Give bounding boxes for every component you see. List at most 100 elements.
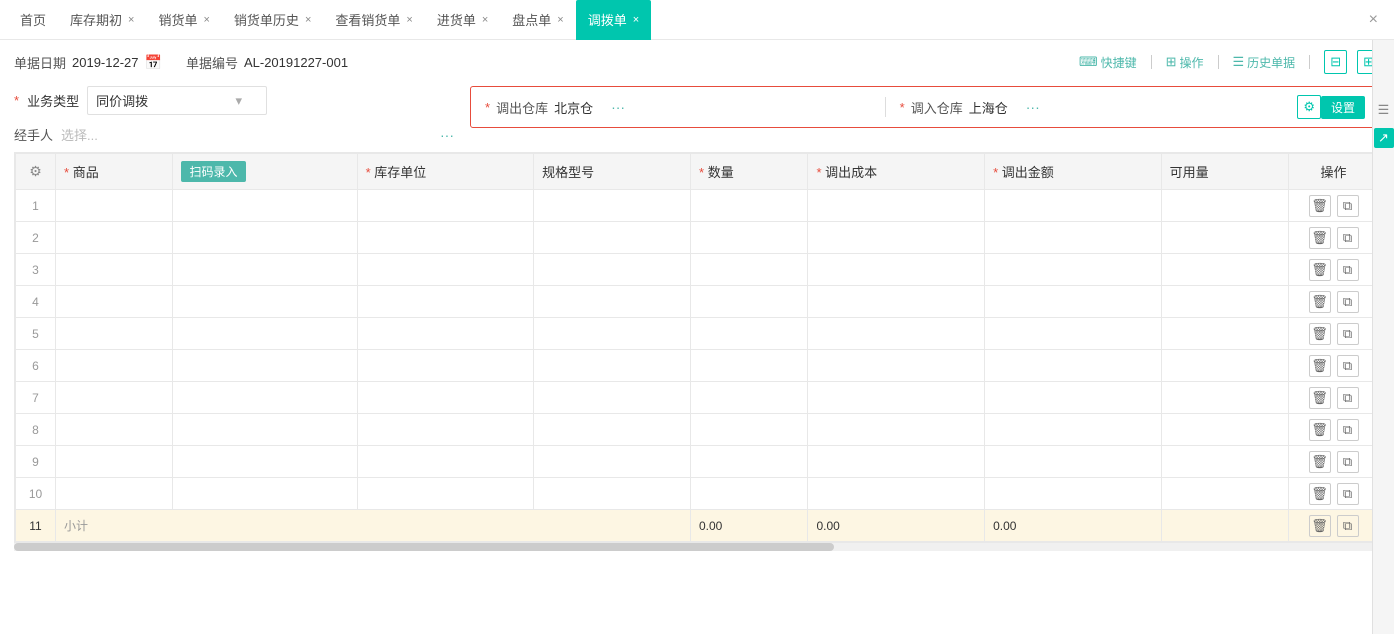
biz-type-select[interactable]: 同价调拨 ▾ xyxy=(87,86,267,115)
cell-product[interactable] xyxy=(56,318,173,350)
cell-cost[interactable] xyxy=(808,350,985,382)
cell-product[interactable] xyxy=(56,222,173,254)
cell-qty[interactable] xyxy=(691,254,808,286)
delete-row-btn[interactable]: 🗑 xyxy=(1309,483,1331,505)
cell-product[interactable] xyxy=(56,414,173,446)
handler-input[interactable]: 选择... xyxy=(61,125,98,144)
cell-cost[interactable] xyxy=(808,254,985,286)
copy-row-btn[interactable]: ⧉ xyxy=(1337,483,1359,505)
copy-row-btn[interactable]: ⧉ xyxy=(1337,291,1359,313)
tab-close-sales-history[interactable]: × xyxy=(305,14,311,26)
cell-amount[interactable] xyxy=(985,286,1162,318)
copy-row-btn[interactable]: ⧉ xyxy=(1337,419,1359,441)
calendar-icon[interactable]: 📅 xyxy=(145,54,162,71)
cell-spec[interactable] xyxy=(534,286,691,318)
cell-amount[interactable] xyxy=(985,446,1162,478)
tab-close-purchase[interactable]: × xyxy=(482,14,488,26)
cell-unit[interactable] xyxy=(357,254,534,286)
cell-spec[interactable] xyxy=(534,222,691,254)
cell-amount[interactable] xyxy=(985,318,1162,350)
cell-amount[interactable] xyxy=(985,350,1162,382)
cell-spec[interactable] xyxy=(534,414,691,446)
tab-bar-close-button[interactable]: × xyxy=(1361,11,1386,29)
cell-amount[interactable] xyxy=(985,222,1162,254)
cell-qty[interactable] xyxy=(691,382,808,414)
in-warehouse-more-btn[interactable]: ··· xyxy=(1026,99,1040,115)
delete-row-btn[interactable]: 🗑 xyxy=(1309,227,1331,249)
tab-transfer[interactable]: 调拨单 × xyxy=(576,0,651,40)
icon-settings-button[interactable]: ⊟ xyxy=(1324,50,1347,74)
copy-row-btn[interactable]: ⧉ xyxy=(1337,387,1359,409)
tab-purchase[interactable]: 进货单 × xyxy=(425,0,500,40)
operation-button[interactable]: ⊞ 操作 xyxy=(1166,54,1204,71)
cell-amount[interactable] xyxy=(985,414,1162,446)
cell-qty[interactable] xyxy=(691,318,808,350)
delete-row-btn[interactable]: 🗑 xyxy=(1309,195,1331,217)
copy-row-btn[interactable]: ⧉ xyxy=(1337,323,1359,345)
cell-unit[interactable] xyxy=(357,286,534,318)
cell-unit[interactable] xyxy=(357,350,534,382)
cell-unit[interactable] xyxy=(357,382,534,414)
cell-product[interactable] xyxy=(56,190,173,222)
cell-unit[interactable] xyxy=(357,222,534,254)
cell-spec[interactable] xyxy=(534,350,691,382)
tab-stocktake[interactable]: 盘点单 × xyxy=(500,0,575,40)
cell-unit[interactable] xyxy=(357,318,534,350)
cell-cost[interactable] xyxy=(808,222,985,254)
cell-qty[interactable] xyxy=(691,478,808,510)
tab-close-view-sales[interactable]: × xyxy=(406,14,412,26)
cell-spec[interactable] xyxy=(534,446,691,478)
cell-product[interactable] xyxy=(56,254,173,286)
copy-row-btn[interactable]: ⧉ xyxy=(1337,515,1359,537)
cell-cost[interactable] xyxy=(808,318,985,350)
cell-unit[interactable] xyxy=(357,190,534,222)
out-warehouse-more-btn[interactable]: ··· xyxy=(611,99,625,115)
delete-row-btn[interactable]: 🗑 xyxy=(1309,419,1331,441)
cell-unit[interactable] xyxy=(357,478,534,510)
sidebar-export-icon[interactable]: ↗ xyxy=(1374,128,1394,148)
history-button[interactable]: ☰ 历史单据 xyxy=(1233,54,1296,71)
handler-more-btn[interactable]: ··· xyxy=(440,127,454,143)
cell-qty[interactable] xyxy=(691,414,808,446)
cell-cost[interactable] xyxy=(808,382,985,414)
delete-row-btn[interactable]: 🗑 xyxy=(1309,515,1331,537)
cell-amount[interactable] xyxy=(985,254,1162,286)
cell-cost[interactable] xyxy=(808,414,985,446)
cell-product[interactable] xyxy=(56,478,173,510)
delete-row-btn[interactable]: 🗑 xyxy=(1309,387,1331,409)
warehouse-settings-button[interactable]: 设置 xyxy=(1321,96,1365,119)
delete-row-btn[interactable]: 🗑 xyxy=(1309,355,1331,377)
horizontal-scrollbar[interactable] xyxy=(14,543,1380,551)
cell-unit[interactable] xyxy=(357,446,534,478)
cell-product[interactable] xyxy=(56,286,173,318)
cell-amount[interactable] xyxy=(985,382,1162,414)
cell-spec[interactable] xyxy=(534,478,691,510)
cell-product[interactable] xyxy=(56,382,173,414)
cell-qty[interactable] xyxy=(691,222,808,254)
shortcut-button[interactable]: ⌨ 快捷键 xyxy=(1079,54,1137,71)
cell-qty[interactable] xyxy=(691,286,808,318)
cell-cost[interactable] xyxy=(808,446,985,478)
delete-row-btn[interactable]: 🗑 xyxy=(1309,291,1331,313)
cell-product[interactable] xyxy=(56,350,173,382)
tab-close-sales-order[interactable]: × xyxy=(203,14,209,26)
delete-row-btn[interactable]: 🗑 xyxy=(1309,323,1331,345)
tab-view-sales[interactable]: 查看销货单 × xyxy=(323,0,424,40)
cell-spec[interactable] xyxy=(534,254,691,286)
delete-row-btn[interactable]: 🗑 xyxy=(1309,259,1331,281)
tab-home[interactable]: 首页 xyxy=(8,0,58,40)
cell-amount[interactable] xyxy=(985,478,1162,510)
scan-button[interactable]: 扫码录入 xyxy=(181,161,245,182)
copy-row-btn[interactable]: ⧉ xyxy=(1337,451,1359,473)
copy-row-btn[interactable]: ⧉ xyxy=(1337,195,1359,217)
scroll-thumb[interactable] xyxy=(14,543,834,551)
cell-unit[interactable] xyxy=(357,414,534,446)
cell-qty[interactable] xyxy=(691,350,808,382)
cell-spec[interactable] xyxy=(534,382,691,414)
sidebar-note-icon[interactable]: ☰ xyxy=(1374,100,1394,120)
tab-inventory-init[interactable]: 库存期初 × xyxy=(58,0,146,40)
cell-cost[interactable] xyxy=(808,286,985,318)
warehouse-settings-icon-btn[interactable]: ⚙ xyxy=(1297,95,1321,119)
cell-cost[interactable] xyxy=(808,190,985,222)
copy-row-btn[interactable]: ⧉ xyxy=(1337,355,1359,377)
